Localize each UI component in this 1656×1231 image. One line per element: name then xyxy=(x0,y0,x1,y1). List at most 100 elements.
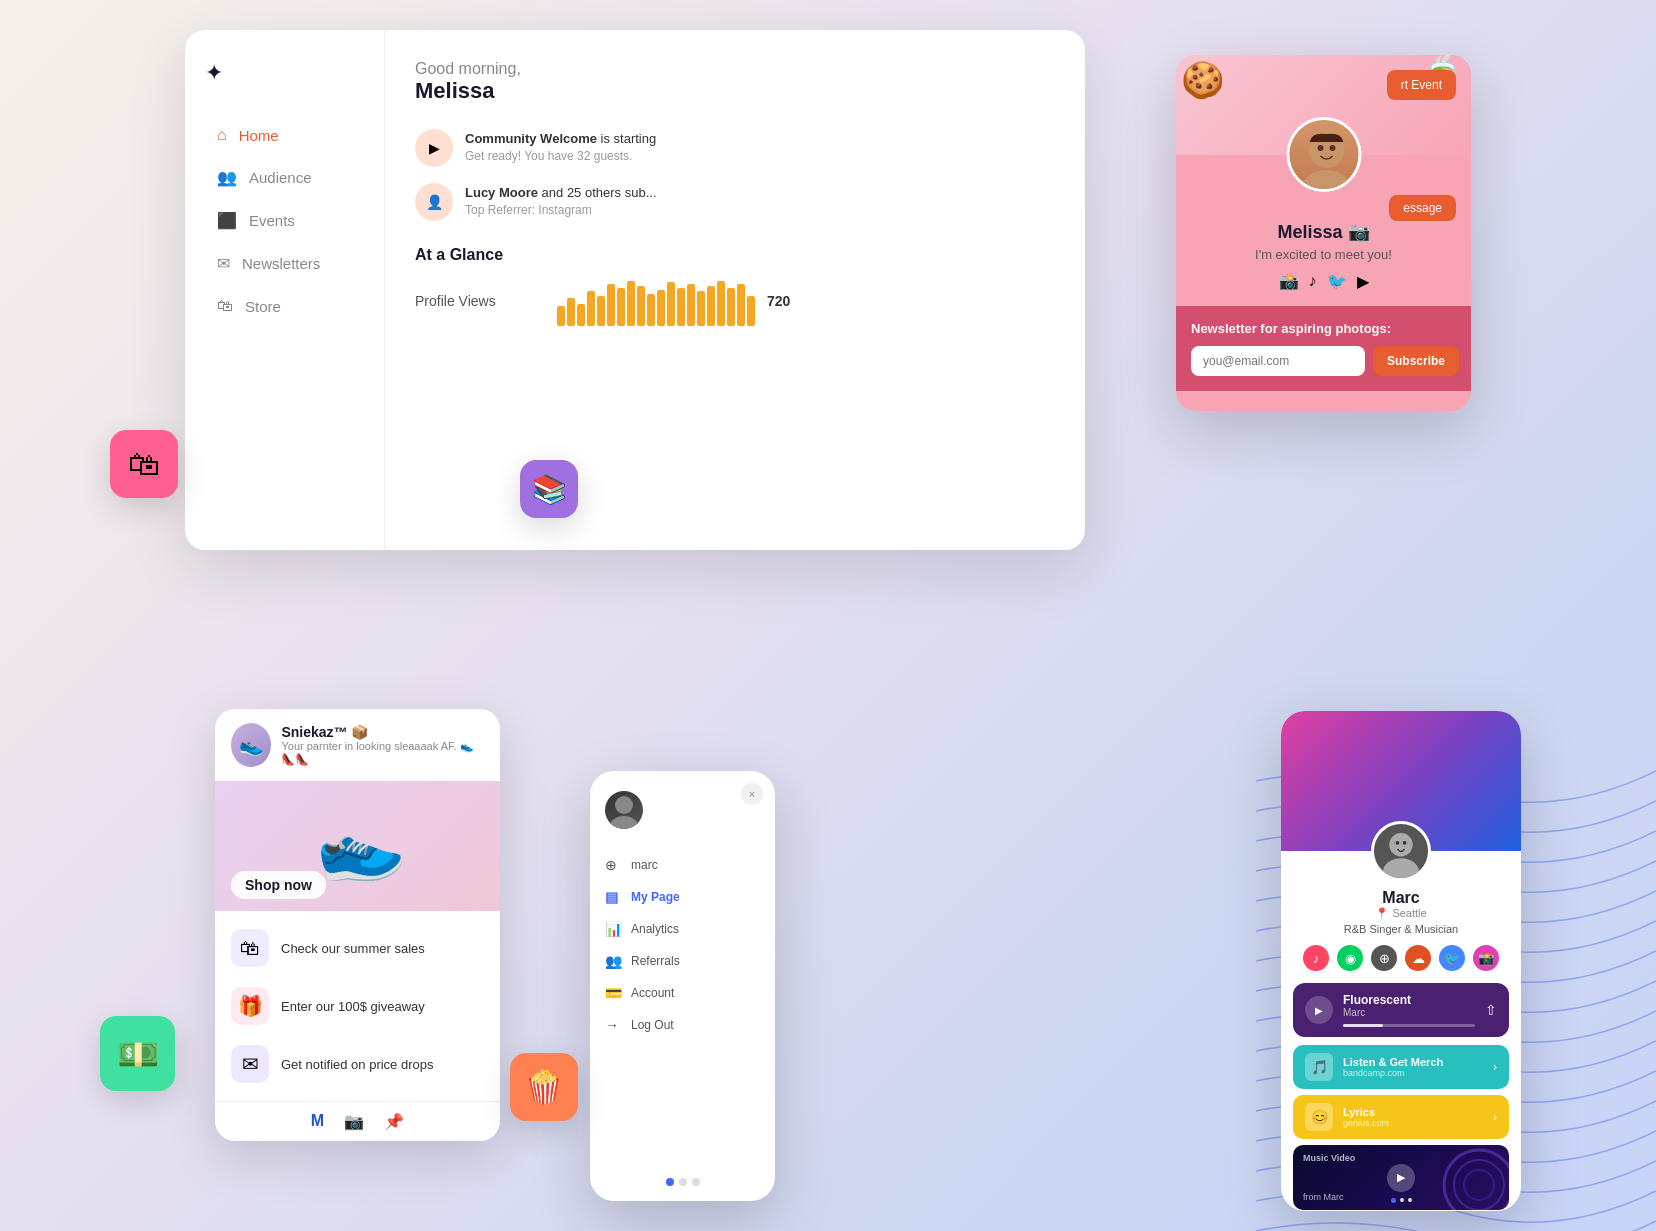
link-item-lyrics[interactable]: 😊 Lyrics genius.com › xyxy=(1293,1095,1509,1139)
music-icon-spotify[interactable]: ◉ xyxy=(1337,945,1363,971)
shop-now-badge[interactable]: Shop now xyxy=(231,871,326,899)
tiktok-icon[interactable]: ♪ xyxy=(1309,272,1317,291)
event-button[interactable]: rt Event xyxy=(1387,70,1456,100)
books-emoji: 📚 xyxy=(532,473,567,506)
svg-point-9 xyxy=(1403,841,1407,845)
svg-point-1 xyxy=(1301,170,1351,192)
track-info: Fluorescent Marc xyxy=(1343,993,1475,1027)
sidebar-item-events[interactable]: ⬛ Events xyxy=(205,201,364,240)
message-button[interactable]: essage xyxy=(1389,195,1456,221)
newsletters-icon: ✉ xyxy=(217,254,230,273)
phone-nav-analytics[interactable]: 📊 Analytics xyxy=(605,913,760,945)
music-icon-instagram[interactable]: 📸 xyxy=(1473,945,1499,971)
profile-card: 🍪 🍵 rt Event essage Melissa 📷 I'm excite… xyxy=(1176,55,1471,411)
list-item-summer[interactable]: 🛍 Check our summer sales xyxy=(215,919,500,977)
phone-nav-icon-mypage: ▤ xyxy=(605,889,623,905)
chart-bar xyxy=(707,286,715,326)
phone-nav-mockup: × ⊕ marc ▤ My Page 📊 Analytics 👥 Referra… xyxy=(590,771,775,1201)
newsletter-title: Newsletter for aspiring photogs: xyxy=(1191,321,1456,336)
phone-nav-toggle xyxy=(590,1178,775,1186)
svg-point-6 xyxy=(1389,833,1412,856)
music-icon-bandcamp[interactable]: ⊕ xyxy=(1371,945,1397,971)
track-purple-bg: ▶ Fluorescent Marc ⇧ xyxy=(1293,983,1509,1037)
phone-nav-label-marc: marc xyxy=(631,858,658,872)
instagram-link[interactable]: 📷 xyxy=(344,1112,364,1131)
sidebar-item-store[interactable]: 🛍 Store xyxy=(205,287,364,325)
link-item-lyrics-info: Lyrics genius.com xyxy=(1343,1106,1483,1128)
phone-nav-account[interactable]: 💳 Account xyxy=(605,977,760,1009)
link-item-lyrics-icon: 😊 xyxy=(1305,1103,1333,1131)
phone-nav-mypage[interactable]: ▤ My Page xyxy=(605,881,760,913)
track-play-button[interactable]: ▶ xyxy=(1305,996,1333,1024)
at-a-glance-title: At a Glance xyxy=(415,246,1055,264)
sidebar-item-home[interactable]: ⌂ Home xyxy=(205,116,364,154)
sneakers-hero-image: 👟 Shop now xyxy=(215,781,500,911)
phone-nav-logout[interactable]: → Log Out xyxy=(605,1009,760,1041)
chart-bar xyxy=(717,281,725,326)
social-icons: 📸 ♪ 🐦 ▶ xyxy=(1191,272,1456,291)
phone-nav-referrals[interactable]: 👥 Referrals xyxy=(605,945,760,977)
chart-bar xyxy=(747,296,755,326)
track-share-icon[interactable]: ⇧ xyxy=(1485,1002,1497,1018)
profile-views-chart xyxy=(557,276,755,326)
price-drops-label: Get notified on price drops xyxy=(281,1057,433,1072)
music-icon-note[interactable]: ♪ xyxy=(1303,945,1329,971)
phone-nav-label-referrals: Referrals xyxy=(631,954,680,968)
twitter-icon[interactable]: 🐦 xyxy=(1327,272,1347,291)
list-item-price-drops[interactable]: ✉ Get notified on price drops xyxy=(215,1035,500,1093)
marc-bio: R&B Singer & Musician xyxy=(1296,923,1506,935)
subscribe-button[interactable]: Subscribe xyxy=(1373,346,1459,376)
phone-nav-label-logout: Log Out xyxy=(631,1018,674,1032)
youtube-icon[interactable]: ▶ xyxy=(1357,272,1369,291)
sneakers-brand-name: Sniekaz™ 📦 xyxy=(281,724,484,740)
notif-text-community: Community Welcome is starting Get ready!… xyxy=(465,129,656,163)
phone-nav-icon-analytics: 📊 xyxy=(605,921,623,937)
newsletter-email-input[interactable] xyxy=(1191,346,1365,376)
avatar-face xyxy=(1289,120,1358,189)
phone-close-button[interactable]: × xyxy=(741,783,763,805)
music-track: ▶ Fluorescent Marc ⇧ xyxy=(1293,983,1509,1037)
link-item-merch-arrow: › xyxy=(1493,1060,1497,1074)
phone-nav-marc[interactable]: ⊕ marc xyxy=(605,849,760,881)
sidebar-label-audience: Audience xyxy=(249,169,312,186)
sidebar-item-audience[interactable]: 👥 Audience xyxy=(205,158,364,197)
phone-nav: ⊕ marc ▤ My Page 📊 Analytics 👥 Referrals… xyxy=(590,771,775,1061)
marc-dot-2 xyxy=(1408,1198,1412,1202)
pinterest-link[interactable]: 📌 xyxy=(384,1112,404,1131)
summer-sales-icon: 🛍 xyxy=(231,929,269,967)
greeting: Good morning, Melissa xyxy=(415,60,1055,104)
chart-bar xyxy=(657,290,665,326)
profile-views-row: Profile Views xyxy=(415,276,1055,326)
profile-avatar xyxy=(1286,117,1361,192)
chart-bar xyxy=(577,304,585,326)
marc-location: 📍 Seattle xyxy=(1296,907,1506,920)
chart-bar xyxy=(557,306,565,326)
svg-point-12 xyxy=(1464,1170,1494,1200)
sneakers-tagline: Your parnter in looking sleaaaak AF. 👟👠👠 xyxy=(281,740,484,766)
profile-info: essage Melissa 📷 I'm excited to meet you… xyxy=(1176,200,1471,291)
music-icon-twitter[interactable]: 🐦 xyxy=(1439,945,1465,971)
medium-link[interactable]: M xyxy=(311,1112,324,1131)
marc-music-card: Marc 📍 Seattle R&B Singer & Musician ♪ ◉… xyxy=(1281,711,1521,1211)
profile-card-bg: 🍪 🍵 rt Event xyxy=(1176,55,1471,155)
giveaway-label: Enter our 100$ giveaway xyxy=(281,999,425,1014)
store-icon: 🛍 xyxy=(217,297,233,315)
instagram-icon[interactable]: 📸 xyxy=(1279,272,1299,291)
phone-nav-icon-logout: → xyxy=(605,1017,623,1033)
phone-nav-label-mypage: My Page xyxy=(631,890,680,904)
link-item-merch[interactable]: 🎵 Listen & Get Merch bandcamp.com › xyxy=(1293,1045,1509,1089)
profile-views-label: Profile Views xyxy=(415,293,535,309)
svg-point-5 xyxy=(610,816,638,829)
sneakers-card: 👟 Sniekaz™ 📦 Your parnter in looking sle… xyxy=(215,709,500,1141)
chart-bar xyxy=(687,284,695,326)
music-icon-soundcloud[interactable]: ☁ xyxy=(1405,945,1431,971)
audience-icon: 👥 xyxy=(217,168,237,187)
list-item-giveaway[interactable]: 🎁 Enter our 100$ giveaway xyxy=(215,977,500,1035)
svg-point-4 xyxy=(615,796,633,814)
sidebar-item-newsletters[interactable]: ✉ Newsletters xyxy=(205,244,364,283)
notif-title-lucy: Lucy Moore and 25 others sub... xyxy=(465,183,657,203)
notification-community: ▶ Community Welcome is starting Get read… xyxy=(415,129,1055,167)
svg-point-3 xyxy=(1329,145,1335,151)
notification-lucy: 👤 Lucy Moore and 25 others sub... Top Re… xyxy=(415,183,1055,221)
floating-card-books: 📚 xyxy=(520,460,578,518)
